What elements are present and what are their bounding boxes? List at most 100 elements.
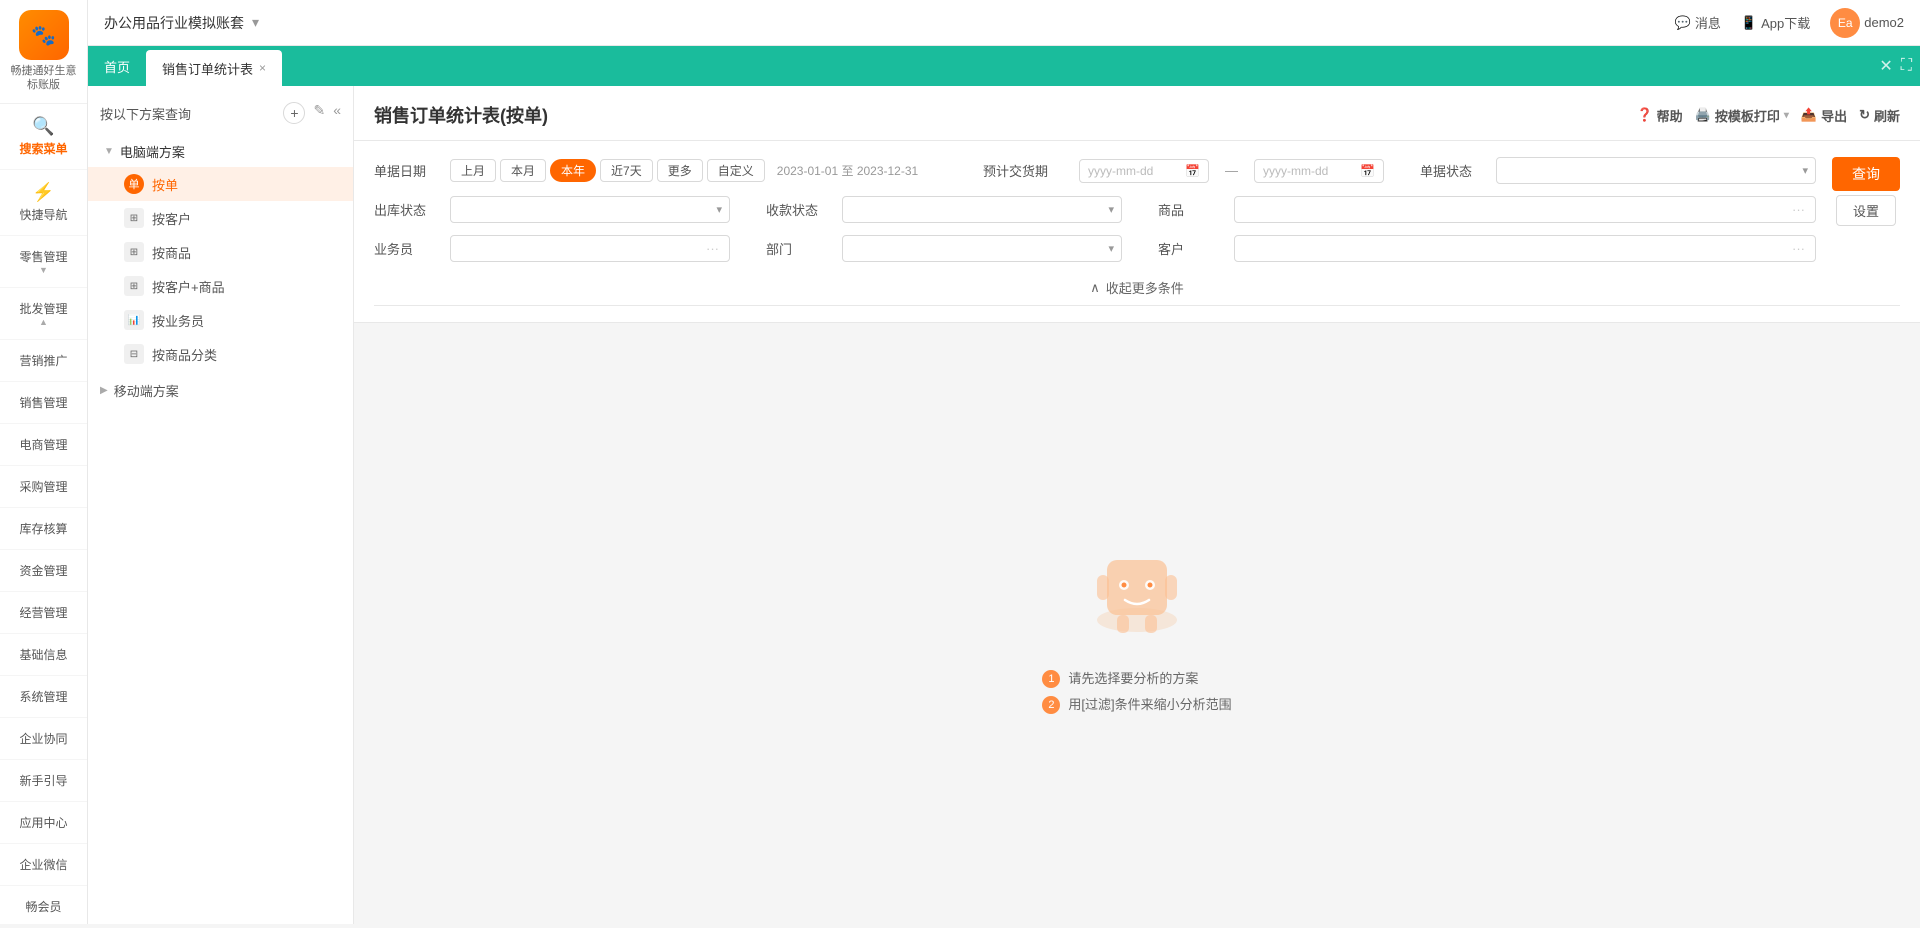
query-button[interactable]: 查询 — [1832, 157, 1900, 191]
print-icon: 🖨️ — [1695, 107, 1711, 123]
mobile-schemes-section[interactable]: ▶ 移动端方案 — [88, 375, 353, 406]
main-area: 办公用品行业模拟账套 ▾ 💬 消息 📱 App下载 Ea demo2 首页 销售… — [88, 0, 1920, 924]
by-customer-icon: ⊞ — [124, 208, 144, 228]
sidebar-item-purchase[interactable]: 采购管理 — [0, 466, 87, 508]
product-label: 商品 — [1158, 200, 1218, 219]
chevron-down-icon: ▼ — [39, 265, 48, 275]
sidebar-item-search[interactable]: 🔍 搜索菜单 — [0, 104, 87, 170]
empty-tip-2: 2 用[过滤]条件来缩小分析范围 — [1042, 692, 1231, 718]
scheme-item-by-salesperson[interactable]: 📊 按业务员 — [88, 303, 353, 337]
date-btn-more[interactable]: 更多 — [657, 159, 703, 182]
ship-status-select[interactable] — [450, 196, 730, 223]
sidebar-item-wechat[interactable]: 企业微信 — [0, 844, 87, 886]
tip-2-text: 用[过滤]条件来缩小分析范围 — [1068, 692, 1231, 718]
content-area: 按以下方案查询 + ✎ « ▼ 电脑端方案 单 按单 — [88, 86, 1920, 924]
filter-row-3: 业务员 ··· 部门 客户 ··· — [374, 235, 1816, 262]
settings-button[interactable]: 设置 — [1836, 195, 1896, 226]
edit-scheme-icon[interactable]: ✎ — [313, 102, 325, 124]
pc-schemes-label: 电脑端方案 — [120, 142, 185, 161]
payment-status-label: 收款状态 — [766, 200, 826, 219]
refresh-button[interactable]: ↻ 刷新 — [1859, 106, 1900, 125]
sidebar-item-marketing[interactable]: 营销推广 — [0, 340, 87, 382]
sidebar-item-apps[interactable]: 应用中心 — [0, 802, 87, 844]
sidebar-item-enterprise[interactable]: 企业协同 — [0, 718, 87, 760]
department-select[interactable] — [842, 235, 1122, 262]
scheme-item-by-product[interactable]: ⊞ 按商品 — [88, 235, 353, 269]
sidebar-item-member[interactable]: 畅会员 — [0, 886, 87, 928]
scheme-item-by-order[interactable]: 单 按单 — [88, 167, 353, 201]
sidebar-item-operations[interactable]: 经营管理 — [0, 592, 87, 634]
left-panel-header: 按以下方案查询 + ✎ « — [88, 94, 353, 132]
user-menu[interactable]: Ea demo2 — [1830, 8, 1904, 38]
tip-2-num: 2 — [1042, 696, 1060, 714]
by-order-icon: 单 — [124, 174, 144, 194]
pc-schemes-header[interactable]: ▼ 电脑端方案 — [88, 136, 353, 167]
date-btn-last-7-days[interactable]: 近7天 — [600, 159, 653, 182]
salesperson-input[interactable]: ··· — [450, 235, 730, 262]
export-button[interactable]: 📤 导出 — [1801, 106, 1847, 125]
department-select-wrapper — [842, 235, 1122, 262]
tab-sales-stats[interactable]: 销售订单统计表 × — [146, 50, 282, 86]
page-title-text: 销售订单统计表(按单) — [374, 102, 548, 128]
filter-area: 单据日期 上月 本月 本年 近7天 更多 自定义 20 — [354, 141, 1920, 323]
date-btn-custom[interactable]: 自定义 — [707, 159, 765, 182]
calendar-icon: 📅 — [1185, 164, 1200, 178]
sidebar-item-newbie[interactable]: 新手引导 — [0, 760, 87, 802]
ship-status-select-wrapper — [450, 196, 730, 223]
salesperson-label: 业务员 — [374, 239, 434, 258]
by-customer-product-icon: ⊞ — [124, 276, 144, 296]
window-close-icon[interactable]: ✕ — [1879, 56, 1892, 76]
download-icon: 📱 — [1741, 15, 1757, 31]
date-btn-this-month[interactable]: 本月 — [500, 159, 546, 182]
payment-status-select[interactable] — [842, 196, 1122, 223]
print-button[interactable]: 🖨️ 按模板打印 ▾ — [1695, 106, 1789, 125]
calendar-icon-end: 📅 — [1360, 164, 1375, 178]
logo-icon: 🐾 — [19, 10, 69, 60]
avatar: Ea — [1830, 8, 1860, 38]
top-header-left: 办公用品行业模拟账套 ▾ — [104, 13, 259, 33]
product-ellipsis: ··· — [1792, 202, 1805, 217]
top-header: 办公用品行业模拟账套 ▾ 💬 消息 📱 App下载 Ea demo2 — [88, 0, 1920, 46]
customer-input[interactable]: ··· — [1234, 235, 1816, 262]
sidebar-item-wholesale[interactable]: 批发管理 ▲ — [0, 288, 87, 340]
window-expand-icon[interactable]: ⛶ — [1901, 57, 1912, 75]
date-input-start[interactable]: yyyy-mm-dd 📅 — [1079, 159, 1209, 183]
salesperson-ellipsis: ··· — [706, 241, 719, 256]
left-panel-actions: + ✎ « — [283, 102, 341, 124]
messages-button[interactable]: 💬 消息 — [1675, 13, 1721, 32]
tab-home[interactable]: 首页 — [88, 46, 146, 86]
app-download-button[interactable]: 📱 App下载 — [1741, 13, 1810, 32]
date-range-dash: — — [1225, 163, 1238, 178]
date-btn-this-year[interactable]: 本年 — [550, 159, 596, 182]
scheme-item-by-customer-product[interactable]: ⊞ 按客户+商品 — [88, 269, 353, 303]
scheme-item-by-category[interactable]: ⊟ 按商品分类 — [88, 337, 353, 371]
help-button[interactable]: ❓ 帮助 — [1636, 106, 1682, 125]
add-scheme-icon[interactable]: + — [283, 102, 305, 124]
date-end-placeholder: yyyy-mm-dd — [1263, 164, 1328, 178]
doc-status-select[interactable] — [1496, 157, 1816, 184]
ship-status-label: 出库状态 — [374, 200, 434, 219]
date-btn-last-month[interactable]: 上月 — [450, 159, 496, 182]
sidebar-item-ecommerce[interactable]: 电商管理 — [0, 424, 87, 466]
doc-status-select-wrapper — [1496, 157, 1816, 184]
sidebar-item-basic[interactable]: 基础信息 — [0, 634, 87, 676]
filter-row-2: 出库状态 收款状态 商品 ··· — [374, 196, 1816, 223]
sidebar-item-inventory[interactable]: 库存核算 — [0, 508, 87, 550]
product-input[interactable]: ··· — [1234, 196, 1816, 223]
sidebar-item-finance[interactable]: 资金管理 — [0, 550, 87, 592]
filter-row-1: 单据日期 上月 本月 本年 近7天 更多 自定义 20 — [374, 157, 1816, 184]
scheme-item-by-customer[interactable]: ⊞ 按客户 — [88, 201, 353, 235]
sidebar-item-sales[interactable]: 销售管理 — [0, 382, 87, 424]
expected-delivery-label: 预计交货期 — [983, 161, 1063, 180]
dropdown-arrow[interactable]: ▾ — [252, 14, 259, 31]
collapse-panel-icon[interactable]: « — [333, 102, 341, 124]
date-input-end[interactable]: yyyy-mm-dd 📅 — [1254, 159, 1384, 183]
collapse-bar[interactable]: ∧ 收起更多条件 — [374, 270, 1900, 306]
date-start-placeholder: yyyy-mm-dd — [1088, 164, 1153, 178]
sidebar-item-retail[interactable]: 零售管理 ▼ — [0, 236, 87, 288]
sidebar-item-system[interactable]: 系统管理 — [0, 676, 87, 718]
collapse-label: 收起更多条件 — [1106, 278, 1184, 297]
export-icon: 📤 — [1801, 107, 1817, 123]
tab-close-icon[interactable]: × — [259, 61, 266, 75]
sidebar-item-shortcut[interactable]: ⚡ 快捷导航 — [0, 170, 87, 236]
